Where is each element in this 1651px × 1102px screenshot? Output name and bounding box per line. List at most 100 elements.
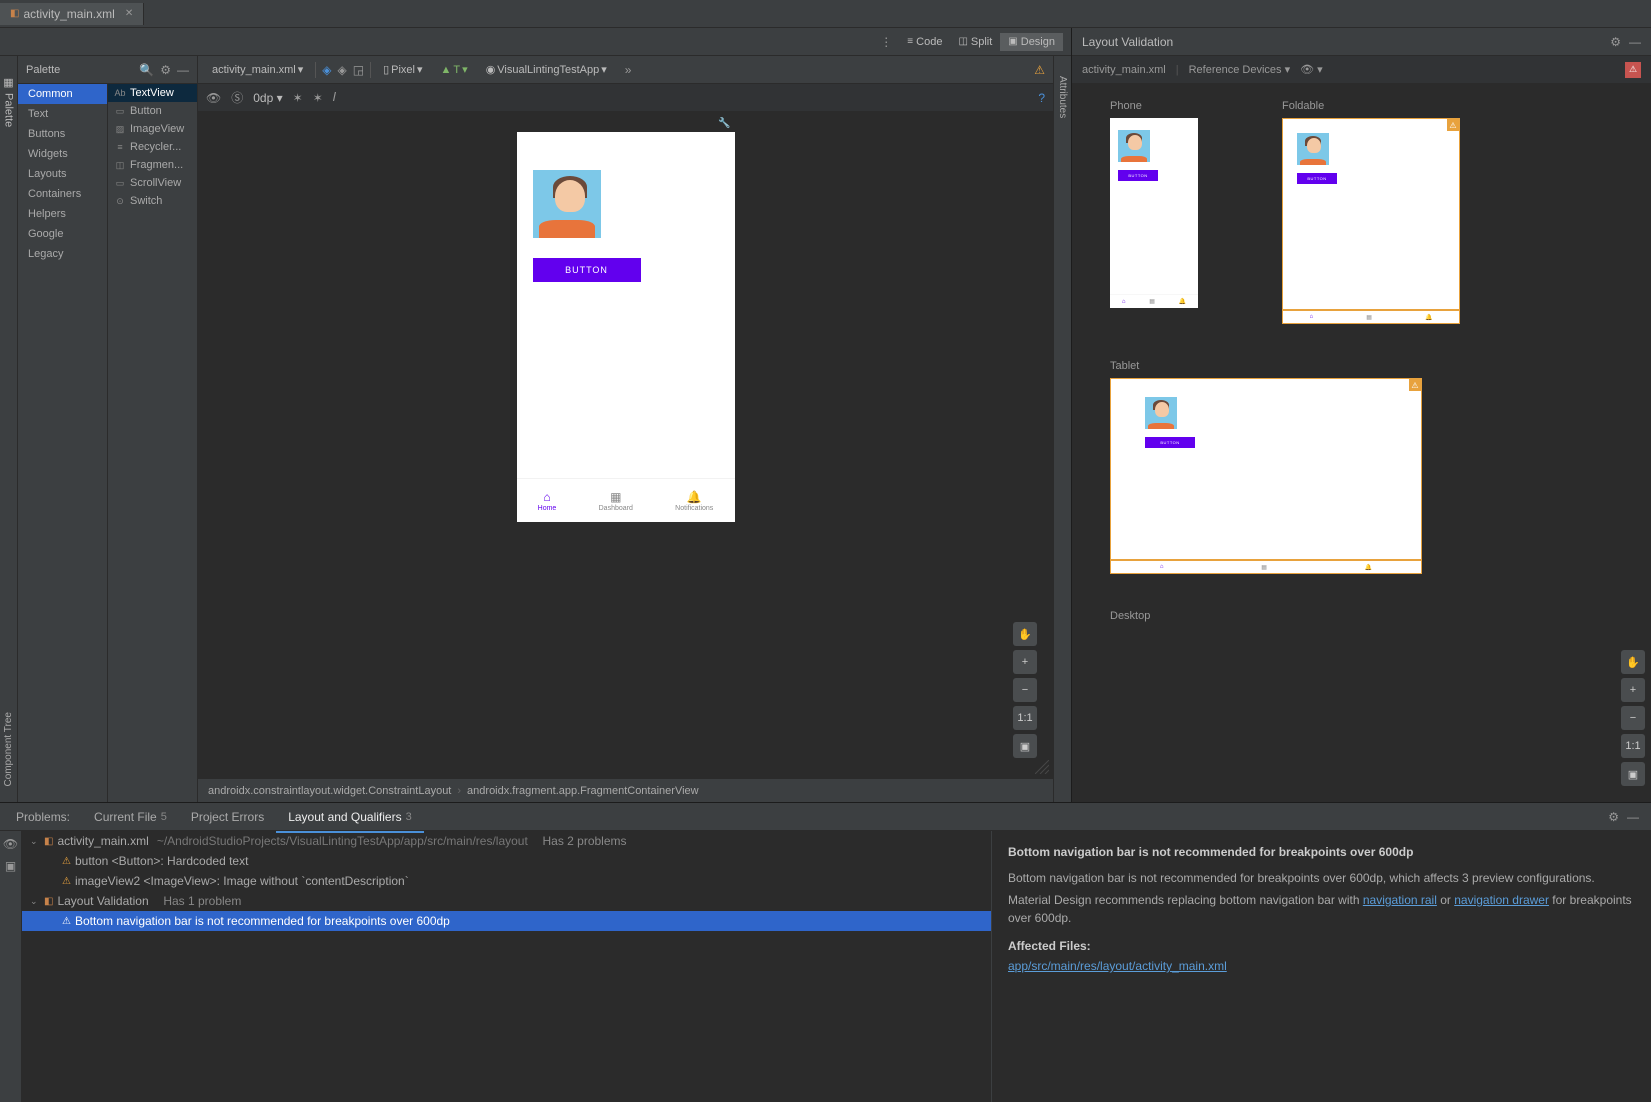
theme-dropdown[interactable]: ▲ T ▾ (435, 61, 474, 78)
problems-left-rail: 👁 ▣ (0, 831, 22, 1102)
palette-rail[interactable]: ▦Palette (0, 56, 18, 802)
layout-group-icon: ◧ (44, 896, 53, 907)
zoom-out-button[interactable]: − (1621, 706, 1645, 730)
palette-cat-buttons[interactable]: Buttons (18, 124, 107, 144)
device-dropdown[interactable]: ▯ Pixel ▾ (377, 61, 428, 78)
palette-cat-common[interactable]: Common (18, 84, 107, 104)
overflow-icon[interactable]: » (625, 63, 632, 77)
component-tree-rail[interactable]: Component Tree (0, 702, 18, 797)
palette-widget-imageview[interactable]: ▨ImageView (108, 120, 197, 138)
breadcrumb: androidx.constraintlayout.widget.Constra… (198, 778, 1053, 802)
foldable-preview-frame[interactable]: ⚠ BUTTON ⌂▦🔔 (1282, 118, 1460, 324)
minimize-icon[interactable]: — (177, 63, 189, 77)
palette-cat-widgets[interactable]: Widgets (18, 144, 107, 164)
gear-icon[interactable]: ⚙ (1608, 810, 1619, 824)
wrench-icon[interactable]: 🔧 (718, 118, 730, 129)
view-mode-code[interactable]: ≡Code (899, 33, 950, 51)
orientation-icon[interactable]: ◲ (353, 63, 364, 77)
file-tab-label: activity_main.xml (23, 7, 114, 21)
gear-icon[interactable]: ⚙ (1610, 35, 1621, 49)
palette-widget-fragment[interactable]: ◫Fragmen... (108, 156, 197, 174)
pan-button[interactable]: ✋ (1013, 622, 1037, 646)
zoom-1to1-button[interactable]: 1:1 (1621, 734, 1645, 758)
zoom-fit-button[interactable]: ▣ (1013, 734, 1037, 758)
palette-widget-button[interactable]: ▭Button (108, 102, 197, 120)
tree-file-row[interactable]: ⌄ ◧ activity_main.xml ~/AndroidStudioPro… (22, 831, 991, 851)
filter-icon[interactable]: ▣ (5, 859, 16, 873)
palette-widget-textview[interactable]: AbTextView (108, 84, 197, 102)
zoom-in-button[interactable]: + (1621, 678, 1645, 702)
xml-file-icon: ◧ (44, 836, 53, 847)
gear-icon[interactable]: ⚙ (160, 63, 171, 77)
palette-cat-google[interactable]: Google (18, 224, 107, 244)
devices-dropdown[interactable]: Reference Devices ▾ (1189, 63, 1291, 76)
zoom-fit-button[interactable]: ▣ (1621, 762, 1645, 786)
tree-group-row[interactable]: ⌄ ◧ Layout Validation Has 1 problem (22, 891, 991, 911)
warning-icon: ⚠ (1447, 119, 1459, 131)
clear-icon[interactable]: ✶ (313, 91, 323, 105)
foldable-label: Foldable (1282, 100, 1460, 112)
wand-icon[interactable]: ✶ (293, 91, 303, 105)
pan-button[interactable]: ✋ (1621, 650, 1645, 674)
problems-panel: Problems: Current File 5 Project Errors … (0, 802, 1651, 1102)
blueprint-icon[interactable]: ◈ (338, 63, 347, 77)
phone-preview[interactable]: BUTTON ⌂Home ▦Dashboard 🔔Notifications (517, 132, 735, 522)
align-icon[interactable]: 𝐼 (333, 90, 336, 105)
chevron-down-icon[interactable]: ⌄ (30, 836, 40, 847)
margin-dropdown[interactable]: 0dp ▾ (253, 91, 282, 105)
more-icon[interactable]: ⋮ (877, 33, 895, 51)
tab-layout-qualifiers[interactable]: Layout and Qualifiers 3 (276, 805, 424, 829)
validation-file: activity_main.xml (1082, 64, 1166, 76)
nav-notifications: 🔔Notifications (675, 490, 713, 512)
resize-handle-icon[interactable] (1035, 760, 1049, 774)
tree-issue-row[interactable]: ⚠ imageView2 <ImageView>: Image without … (22, 871, 991, 891)
bell-icon: 🔔 (687, 490, 702, 504)
warning-icon[interactable]: ⚠ (1034, 63, 1045, 77)
tab-current-file[interactable]: Current File 5 (82, 805, 179, 829)
layers-icon[interactable]: ◈ (322, 63, 331, 77)
file-tab-activity-main[interactable]: ◧ activity_main.xml ✕ (0, 3, 144, 25)
palette-cat-helpers[interactable]: Helpers (18, 204, 107, 224)
info-icon[interactable]: ? (1038, 91, 1045, 105)
visibility-icon[interactable]: 👁 (3, 837, 18, 851)
tree-issue-row-selected[interactable]: ⚠ Bottom navigation bar is not recommend… (22, 911, 991, 931)
minimize-icon[interactable]: — (1629, 35, 1641, 49)
chevron-down-icon[interactable]: ⌄ (30, 896, 40, 907)
link-nav-rail[interactable]: navigation rail (1363, 893, 1437, 907)
palette-widget-switch[interactable]: ⊙Switch (108, 192, 197, 210)
breadcrumb-root[interactable]: androidx.constraintlayout.widget.Constra… (208, 785, 451, 797)
palette-widget-scrollview[interactable]: ▭ScrollView (108, 174, 197, 192)
close-icon[interactable]: ✕ (125, 8, 133, 19)
tablet-preview-frame[interactable]: ⚠ BUTTON ⌂▦🔔 (1110, 378, 1422, 574)
detail-title: Bottom navigation bar is not recommended… (1008, 845, 1635, 859)
attributes-rail[interactable]: Attributes (1053, 56, 1071, 802)
view-mode-design[interactable]: ▣Design (1000, 33, 1063, 51)
phone-preview-frame[interactable]: BUTTON ⌂▦🔔 (1110, 118, 1198, 308)
zoom-in-button[interactable]: + (1013, 650, 1037, 674)
palette-cat-text[interactable]: Text (18, 104, 107, 124)
view-mode-split[interactable]: ◫Split (950, 33, 1000, 51)
app-dropdown[interactable]: ◉ VisualLintingTestApp ▾ (480, 61, 613, 78)
minimize-icon[interactable]: — (1627, 810, 1639, 824)
zoom-1to1-button[interactable]: 1:1 (1013, 706, 1037, 730)
link-nav-drawer[interactable]: navigation drawer (1454, 893, 1549, 907)
autoconnect-icon[interactable]: Ⓢ (231, 89, 243, 106)
visibility-icon[interactable]: 👁 ▾ (1300, 63, 1323, 76)
palette-cat-legacy[interactable]: Legacy (18, 244, 107, 264)
palette-cat-containers[interactable]: Containers (18, 184, 107, 204)
affected-file-link[interactable]: app/src/main/res/layout/activity_main.xm… (1008, 959, 1227, 973)
warning-icon: ⚠ (62, 876, 71, 887)
breadcrumb-child[interactable]: androidx.fragment.app.FragmentContainerV… (467, 785, 699, 797)
palette-cat-layouts[interactable]: Layouts (18, 164, 107, 184)
zoom-out-button[interactable]: − (1013, 678, 1037, 702)
palette-widget-recycler[interactable]: ≡Recycler... (108, 138, 197, 156)
search-icon[interactable]: 🔍 (139, 63, 154, 77)
home-icon: ⌂ (543, 490, 550, 504)
error-badge[interactable]: ⚠ (1625, 62, 1641, 78)
tab-project-errors[interactable]: Project Errors (179, 805, 276, 829)
design-surface: activity_main.xml ▾ ◈ ◈ ◲ ▯ Pixel ▾ ▲ T … (198, 56, 1053, 802)
file-dropdown[interactable]: activity_main.xml ▾ (206, 61, 309, 78)
tree-issue-row[interactable]: ⚠ button <Button>: Hardcoded text (22, 851, 991, 871)
visibility-icon[interactable]: 👁 (206, 91, 221, 105)
xml-file-icon: ◧ (10, 8, 19, 19)
